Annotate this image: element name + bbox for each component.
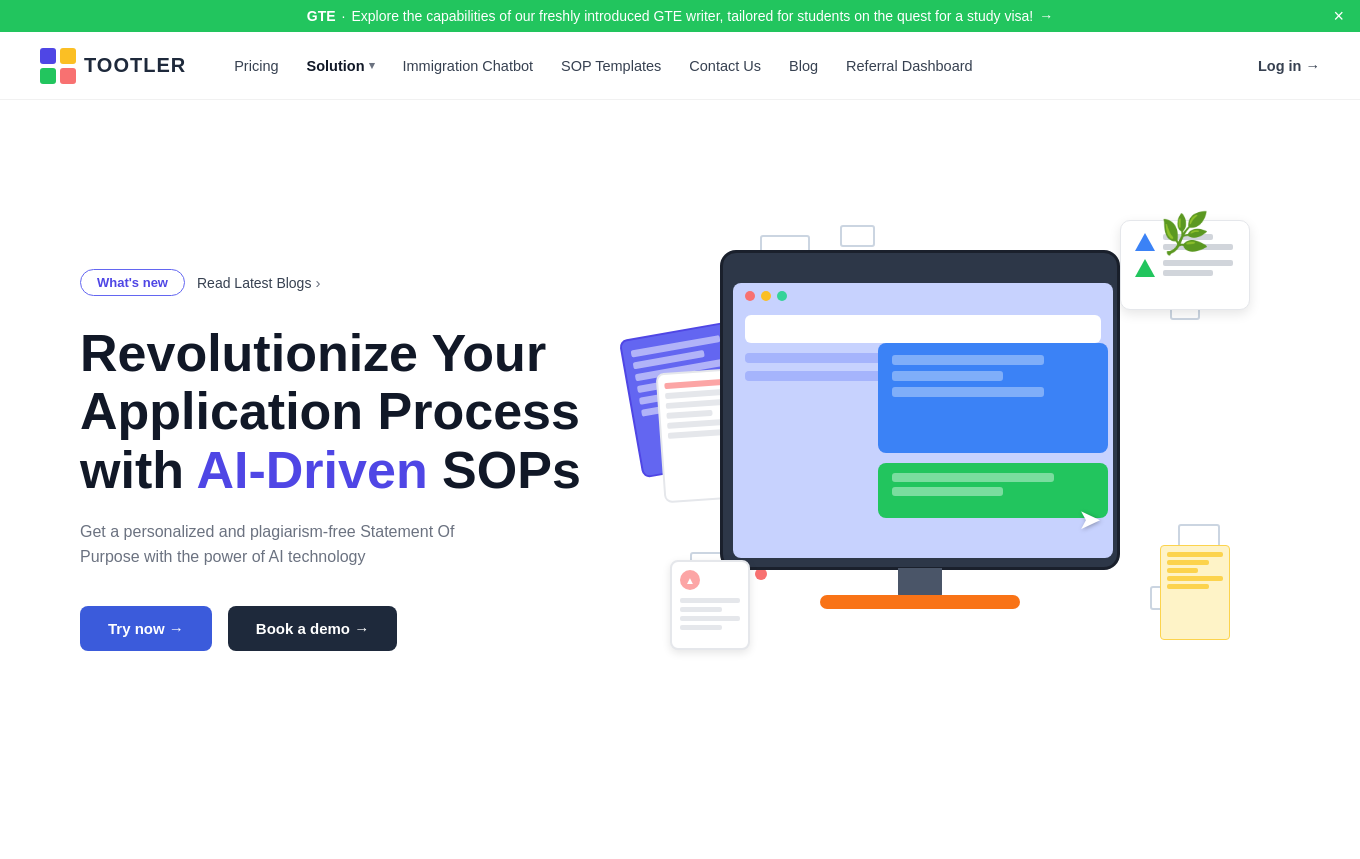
mini-doc-icon: ▲: [680, 570, 700, 590]
monitor-dots: [733, 283, 1113, 309]
monitor-stand: [898, 568, 942, 598]
nav-item-contact-us[interactable]: Contact Us: [689, 58, 761, 74]
banner-content: GTE · Explore the capabilities of our fr…: [307, 8, 1053, 24]
triangle-blue-icon: [1135, 233, 1155, 251]
dot-green: [777, 291, 787, 301]
hero-heading: Revolutionize Your Application Process w…: [80, 324, 600, 499]
nav-item-blog[interactable]: Blog: [789, 58, 818, 74]
whats-new-badge[interactable]: What's new: [80, 269, 185, 296]
hero-illustration: ➤: [640, 220, 1240, 700]
hero-buttons: Try now → Book a demo →: [80, 606, 600, 651]
nav-item-sop-templates[interactable]: SOP Templates: [561, 58, 661, 74]
browser-bar: [745, 315, 1101, 343]
hero-illustration-container: ➤: [600, 210, 1280, 710]
nav-item-referral-dashboard[interactable]: Referral Dashboard: [846, 58, 973, 74]
svg-rect-0: [40, 48, 56, 64]
logo-text: TOOTLER: [84, 54, 186, 77]
nav-links: Pricing Solution ▾ Immigration Chatbot S…: [234, 58, 1226, 74]
dot-red: [745, 291, 755, 301]
banner-link[interactable]: →: [1039, 8, 1053, 24]
plant-decoration: 🌿: [1160, 210, 1210, 257]
cursor-icon: ➤: [1078, 503, 1101, 536]
svg-rect-2: [40, 68, 56, 84]
deco-rect: [840, 225, 875, 247]
try-now-button[interactable]: Try now →: [80, 606, 212, 651]
banner-message: Explore the capabilities of our freshly …: [351, 8, 1033, 24]
nav-item-solution[interactable]: Solution ▾: [307, 58, 375, 74]
doc-bottom-right: [1160, 545, 1230, 640]
whats-new-row: What's new Read Latest Blogs ›: [80, 269, 600, 296]
dot-yellow: [761, 291, 771, 301]
book-demo-button[interactable]: Book a demo →: [228, 606, 397, 651]
read-latest-blogs-link[interactable]: Read Latest Blogs ›: [197, 274, 320, 291]
monitor-body: ➤: [720, 250, 1120, 570]
hero-section: What's new Read Latest Blogs › Revolutio…: [0, 100, 1360, 820]
main-nav: TOOTLER Pricing Solution ▾ Immigration C…: [0, 32, 1360, 100]
announcement-banner: GTE · Explore the capabilities of our fr…: [0, 0, 1360, 32]
blue-card: [878, 343, 1108, 453]
logo-icon: [40, 48, 76, 84]
banner-prefix: GTE: [307, 8, 336, 24]
chevron-down-icon: ▾: [369, 59, 375, 72]
arrow-right-icon: ›: [315, 274, 320, 291]
nav-item-pricing[interactable]: Pricing: [234, 58, 278, 74]
nav-item-immigration-chatbot[interactable]: Immigration Chatbot: [403, 58, 534, 74]
svg-rect-3: [60, 68, 76, 84]
widget-row-2: [1135, 259, 1235, 277]
triangle-green-icon: [1135, 259, 1155, 277]
monitor-base: [820, 595, 1020, 609]
mini-doc: ▲: [670, 560, 750, 650]
hero-left: What's new Read Latest Blogs › Revolutio…: [80, 269, 600, 651]
svg-rect-1: [60, 48, 76, 64]
logo[interactable]: TOOTLER: [40, 48, 186, 84]
green-card: [878, 463, 1108, 518]
banner-separator: ·: [342, 8, 346, 24]
hero-subtext: Get a personalized and plagiarism-free S…: [80, 519, 510, 570]
login-link[interactable]: Log in →: [1258, 58, 1320, 74]
banner-close-button[interactable]: ×: [1333, 7, 1344, 25]
